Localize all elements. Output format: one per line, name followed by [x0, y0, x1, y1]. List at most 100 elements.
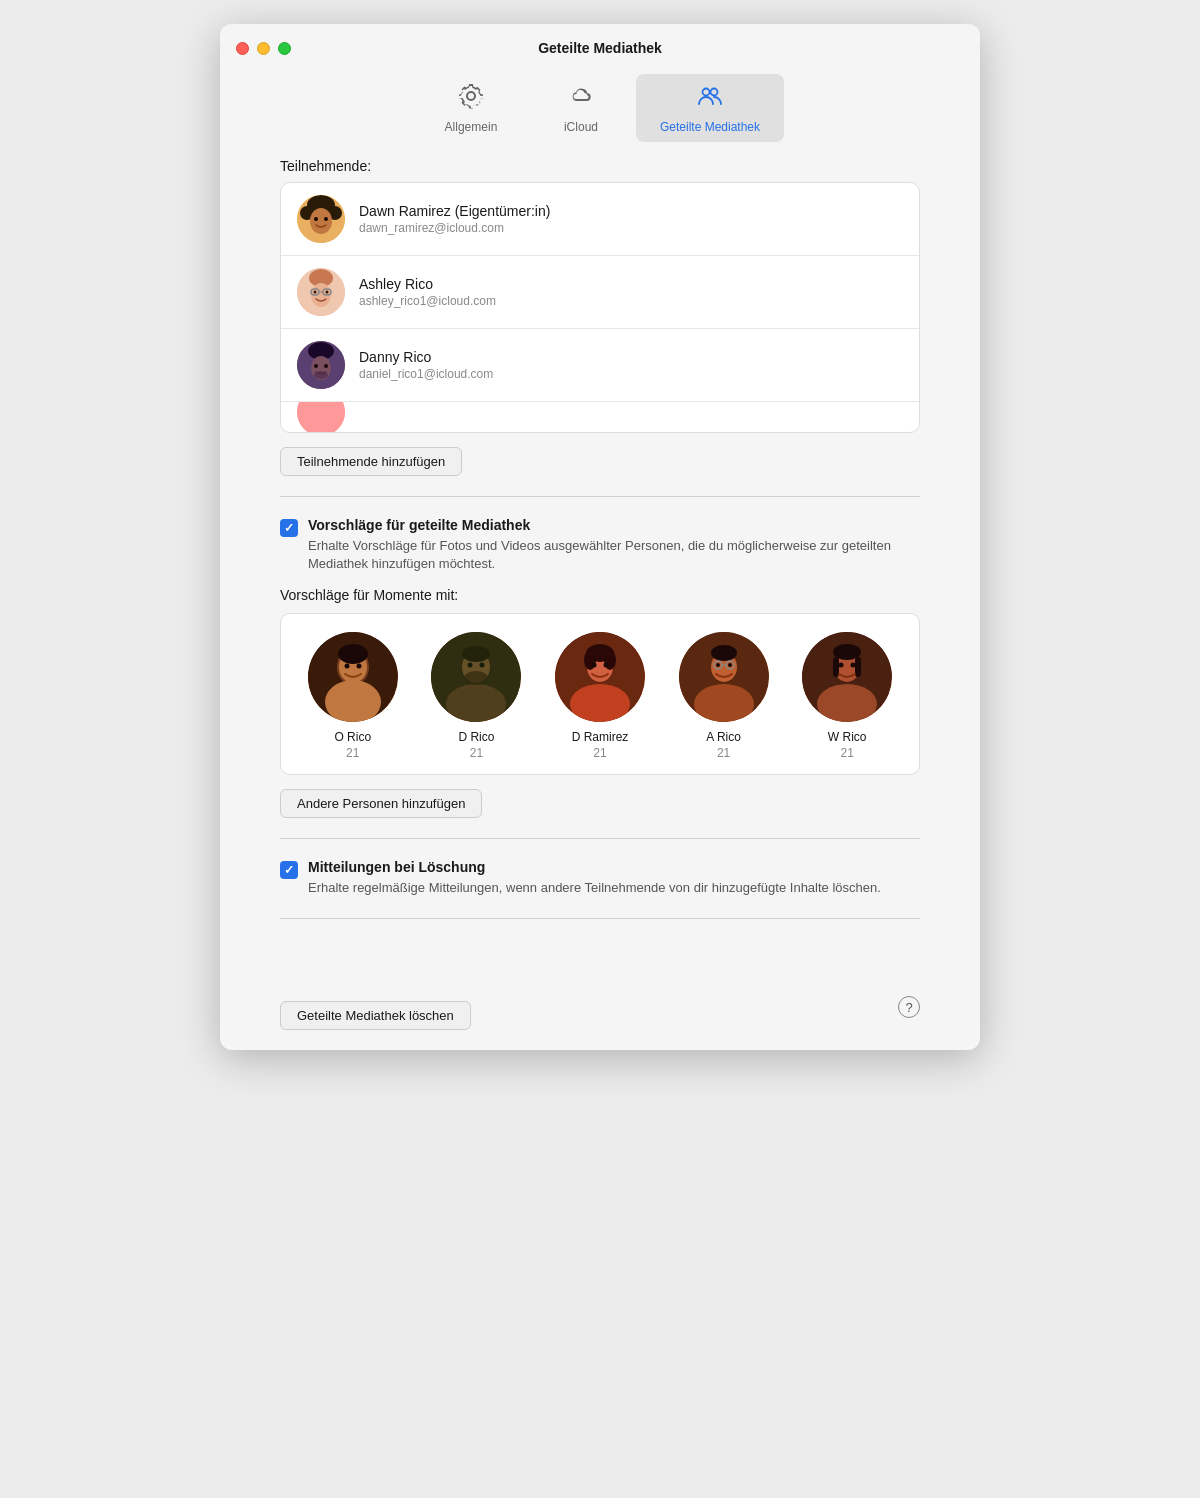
checkbox-wrapper-2 [280, 861, 298, 879]
person-name-wrico: W Rico [828, 730, 867, 744]
tab-allgemein[interactable]: Allgemein [416, 74, 526, 142]
add-people-button[interactable]: Andere Personen hinzufügen [280, 789, 482, 818]
svg-point-29 [344, 664, 349, 669]
participant-name: Danny Rico [359, 349, 493, 365]
participant-name: Dawn Ramirez (Eigentümer:in) [359, 203, 550, 219]
svg-point-7 [314, 217, 318, 221]
svg-point-21 [324, 364, 328, 368]
svg-point-1 [711, 89, 718, 96]
divider-1 [280, 496, 920, 497]
main-window: Geteilte Mediathek Allgemein iCloud [220, 24, 980, 1050]
tab-geteilt-label: Geteilte Mediathek [660, 120, 760, 134]
svg-point-54 [716, 663, 720, 667]
person-name-orico: O Rico [334, 730, 371, 744]
participant-name: Ashley Rico [359, 276, 496, 292]
svg-point-62 [839, 663, 844, 668]
participants-list: Dawn Ramirez (Eigentümer:in) dawn_ramire… [280, 182, 920, 433]
person-card-drico[interactable]: D Rico 21 [431, 632, 521, 760]
minimize-button[interactable] [257, 42, 270, 55]
person-name-drico: D Rico [458, 730, 494, 744]
svg-point-30 [356, 664, 361, 669]
person-name-dramirez: D Ramirez [572, 730, 629, 744]
svg-rect-38 [431, 632, 521, 722]
cloud-icon [567, 82, 595, 116]
window-controls [236, 42, 291, 55]
main-content: Teilnehmende: [220, 158, 980, 969]
svg-point-23 [297, 402, 345, 432]
suggestions-checkbox-title: Vorschläge für geteilte Mediathek [308, 517, 920, 533]
participant-info: Danny Rico daniel_rico1@icloud.com [359, 349, 493, 381]
suggestions-checkbox[interactable] [280, 519, 298, 537]
svg-point-63 [851, 663, 856, 668]
svg-point-28 [338, 644, 368, 664]
person-photo-arico [679, 632, 769, 722]
toolbar: Allgemein iCloud Geteilte Mediathek [220, 64, 980, 158]
notifications-checkbox-title: Mitteilungen bei Löschung [308, 859, 920, 875]
tab-icloud[interactable]: iCloud [526, 74, 636, 142]
person-card-dramirez[interactable]: D Ramirez 21 [555, 632, 645, 760]
person-card-orico[interactable]: O Rico 21 [308, 632, 398, 760]
checkbox-wrapper [280, 519, 298, 537]
suggestions-checkbox-section: Vorschläge für geteilte Mediathek Erhalt… [280, 517, 920, 573]
divider-3 [280, 918, 920, 919]
participant-row: Dawn Ramirez (Eigentümer:in) dawn_ramire… [281, 183, 919, 256]
participant-row: Danny Rico daniel_rico1@icloud.com [281, 329, 919, 402]
maximize-button[interactable] [278, 42, 291, 55]
participant-email: dawn_ramirez@icloud.com [359, 221, 550, 235]
bottom-bar: Geteilte Mediathek löschen ? [220, 969, 980, 1050]
shared-library-icon [696, 82, 724, 116]
notifications-checkbox-section: Mitteilungen bei Löschung Erhalte regelm… [280, 859, 920, 897]
tab-allgemein-label: Allgemein [445, 120, 498, 134]
suggestions-checkbox-text: Vorschläge für geteilte Mediathek Erhalt… [308, 517, 920, 573]
notifications-checkbox-text: Mitteilungen bei Löschung Erhalte regelm… [308, 859, 920, 897]
avatar-ashley [297, 268, 345, 316]
svg-point-16 [326, 291, 329, 294]
person-count-dramirez: 21 [593, 746, 606, 760]
participant-info: Ashley Rico ashley_rico1@icloud.com [359, 276, 496, 308]
participant-row-partial [281, 402, 919, 432]
help-button[interactable]: ? [898, 996, 920, 1018]
suggestions-checkbox-desc: Erhalte Vorschläge für Fotos und Videos … [308, 537, 920, 573]
person-name-arico: A Rico [706, 730, 741, 744]
svg-point-26 [325, 680, 381, 722]
delete-library-button[interactable]: Geteilte Mediathek löschen [280, 1001, 471, 1030]
add-participants-button[interactable]: Teilnehmende hinzufügen [280, 447, 462, 476]
svg-point-8 [324, 217, 328, 221]
tab-icloud-label: iCloud [564, 120, 598, 134]
svg-point-15 [314, 291, 317, 294]
person-count-wrico: 21 [840, 746, 853, 760]
notifications-checkbox[interactable] [280, 861, 298, 879]
participant-email: ashley_rico1@icloud.com [359, 294, 496, 308]
svg-point-55 [728, 663, 732, 667]
person-photo-orico [308, 632, 398, 722]
svg-point-20 [314, 364, 318, 368]
notifications-checkbox-desc: Erhalte regelmäßige Mitteilungen, wenn a… [308, 879, 920, 897]
tab-geteilt[interactable]: Geteilte Mediathek [636, 74, 784, 142]
svg-point-46 [603, 663, 608, 668]
close-button[interactable] [236, 42, 249, 55]
svg-point-0 [703, 89, 710, 96]
avatar-danny [297, 341, 345, 389]
svg-point-50 [711, 645, 737, 661]
people-grid: O Rico 21 [280, 613, 920, 775]
person-count-drico: 21 [470, 746, 483, 760]
divider-2 [280, 838, 920, 839]
person-card-wrico[interactable]: W Rico 21 [802, 632, 892, 760]
titlebar: Geteilte Mediathek [220, 24, 980, 64]
svg-point-6 [310, 208, 332, 234]
svg-point-45 [591, 663, 596, 668]
participant-email: daniel_rico1@icloud.com [359, 367, 493, 381]
participant-row: Ashley Rico ashley_rico1@icloud.com [281, 256, 919, 329]
person-count-arico: 21 [717, 746, 730, 760]
gear-icon [457, 82, 485, 116]
person-count-orico: 21 [346, 746, 359, 760]
person-photo-dramirez [555, 632, 645, 722]
participant-info: Dawn Ramirez (Eigentümer:in) dawn_ramire… [359, 203, 550, 235]
window-title: Geteilte Mediathek [538, 40, 662, 56]
avatar-partial [297, 402, 345, 432]
person-photo-wrico [802, 632, 892, 722]
person-photo-drico [431, 632, 521, 722]
participants-section-label: Teilnehmende: [280, 158, 920, 174]
moments-label: Vorschläge für Momente mit: [280, 587, 920, 603]
person-card-arico[interactable]: A Rico 21 [679, 632, 769, 760]
